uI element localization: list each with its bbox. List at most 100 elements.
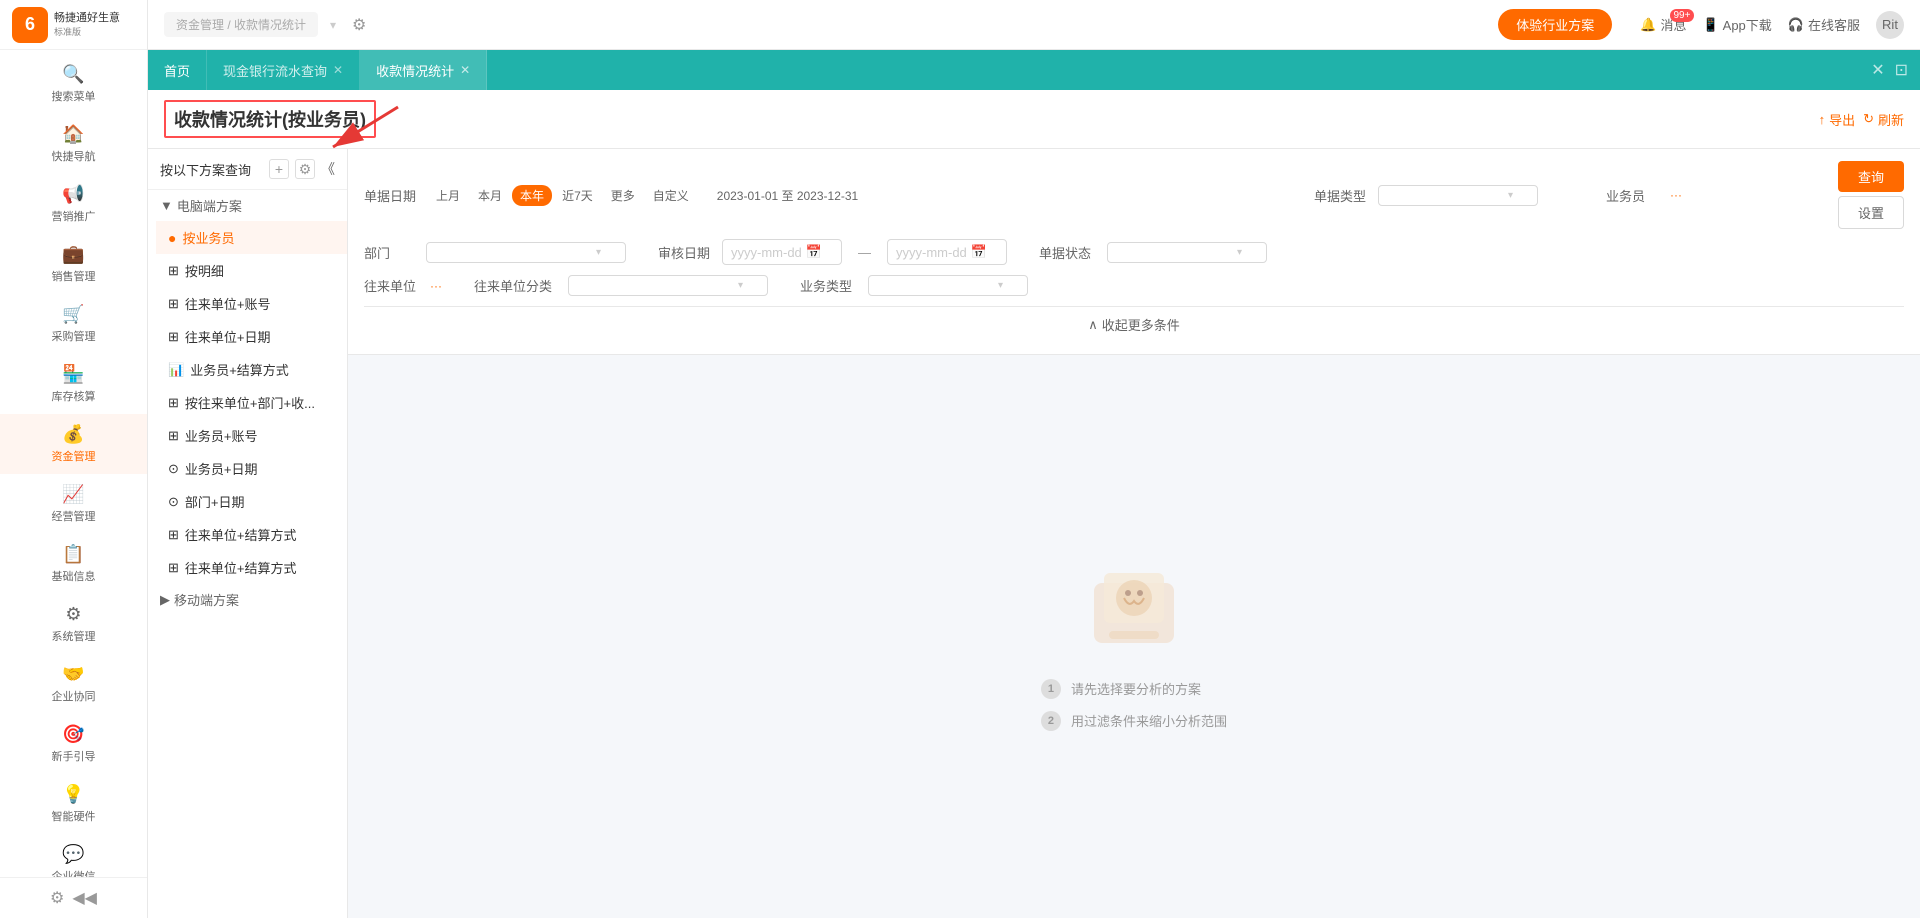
user-avatar[interactable]: Rit: [1876, 11, 1904, 39]
page-header: 收款情况统计(按业务员) ↑ 导出 ↻ 刷新: [148, 90, 1920, 149]
set-button[interactable]: 设置: [1838, 196, 1904, 229]
dept-select[interactable]: ▾: [426, 242, 626, 263]
sidebar-item-marketing[interactable]: 📢 营销推广: [0, 174, 147, 234]
right-panel: 单据日期 上月 本月 本年 近7天 更多 自定义 2023-01-01 至 20…: [348, 149, 1920, 918]
tree-item-partner-payment2[interactable]: ⊞ 往来单位+结算方式: [156, 551, 347, 584]
tree-item-partner-payment1[interactable]: ⊞ 往来单位+结算方式: [156, 518, 347, 551]
tab-receipt-close[interactable]: ✕: [460, 63, 470, 77]
collapse-sidebar-icon[interactable]: ◀◀: [72, 888, 97, 908]
sidebar-item-warehouse[interactable]: 🏪 库存核算: [0, 354, 147, 414]
tree-group-label: 电脑端方案: [177, 196, 242, 215]
doc-status-select[interactable]: ▾: [1107, 242, 1267, 263]
tab-bank-flow-close[interactable]: ✕: [333, 63, 343, 77]
tree-item-partner-account[interactable]: ⊞ 往来单位+账号: [156, 287, 347, 320]
tab-home[interactable]: 首页: [148, 50, 207, 90]
pp2-icon: ⊞: [168, 560, 179, 576]
date-tab-more[interactable]: 更多: [603, 185, 643, 206]
app-download-btn[interactable]: 📱 App下载: [1702, 15, 1771, 34]
sidebar-item-quick[interactable]: 🏠 快捷导航: [0, 114, 147, 174]
tree-group-desktop[interactable]: ▼ 电脑端方案: [148, 190, 347, 221]
breadcrumb-arrow: ▾: [330, 18, 336, 32]
tree-item-dept-date[interactable]: ⊙ 部门+日期: [156, 485, 347, 518]
sidebar-item-system[interactable]: ⚙ 系统管理: [0, 594, 147, 654]
sidebar-item-marketing-label: 营销推广: [52, 208, 96, 224]
sidebar: 6 畅捷通好生意 标准版 🔍 搜索菜单 🏠 快捷导航 📢 营销推广 💼 销售管理…: [0, 0, 148, 918]
date-tab-last-month[interactable]: 上月: [428, 185, 468, 206]
filter-row-1: 单据日期 上月 本月 本年 近7天 更多 自定义 2023-01-01 至 20…: [364, 161, 1904, 229]
sidebar-item-purchase-label: 采购管理: [52, 328, 96, 344]
date-tab-custom[interactable]: 自定义: [645, 185, 697, 206]
system-icon: ⚙: [65, 604, 81, 625]
empty-illustration: [1074, 543, 1194, 663]
sidebar-item-search[interactable]: 🔍 搜索菜单: [0, 54, 147, 114]
salesperson-filter-label: 业务员: [1606, 186, 1656, 205]
hardware-icon: 💡: [62, 784, 84, 805]
date-tab-this-month[interactable]: 本月: [470, 185, 510, 206]
salesperson-more-btn[interactable]: ···: [1670, 188, 1682, 202]
review-date-from[interactable]: yyyy-mm-dd 📅: [722, 239, 842, 265]
online-service-btn[interactable]: 🎧 在线客服: [1788, 15, 1860, 34]
doc-type-select[interactable]: ▾: [1378, 185, 1538, 206]
tree-item-by-salesperson[interactable]: ● 按业务员: [156, 221, 347, 254]
doc-type-arrow: ▾: [1508, 190, 1513, 201]
calendar-icon-to: 📅: [971, 244, 987, 260]
tree-item-salesperson-account[interactable]: ⊞ 业务员+账号: [156, 419, 347, 452]
tree-item-dd-label: 部门+日期: [185, 492, 245, 511]
trial-button[interactable]: 体验行业方案: [1498, 9, 1612, 40]
window-close-icon[interactable]: ✕: [1871, 60, 1884, 80]
review-date-label: 审核日期: [658, 243, 710, 262]
sidebar-item-purchase[interactable]: 🛒 采购管理: [0, 294, 147, 354]
date-tab-this-year[interactable]: 本年: [512, 185, 552, 206]
sidebar-item-enterprise[interactable]: 🤝 企业协同: [0, 654, 147, 714]
partner-label: 往来单位: [364, 276, 416, 295]
add-scheme-button[interactable]: +: [269, 159, 289, 179]
query-button[interactable]: 查询: [1838, 161, 1904, 192]
export-button[interactable]: ↑ 导出: [1819, 110, 1856, 129]
date-tabs: 上月 本月 本年 近7天 更多 自定义: [428, 185, 697, 206]
sidebar-item-hardware-label: 智能硬件: [52, 808, 96, 824]
review-date-to[interactable]: yyyy-mm-dd 📅: [887, 239, 1007, 265]
review-from-value: yyyy-mm-dd: [731, 245, 802, 260]
partner-more-btn[interactable]: ···: [430, 279, 442, 293]
date-tab-7days[interactable]: 近7天: [554, 185, 601, 206]
tree-item-salesperson-date[interactable]: ⊙ 业务员+日期: [156, 452, 347, 485]
sidebar-item-finance[interactable]: 💰 资金管理: [0, 414, 147, 474]
filter-row-2: 部门 ▾ 审核日期 yyyy-mm-dd 📅 — yyyy-mm-dd: [364, 239, 1904, 265]
scheme-settings-icon[interactable]: ⚙: [295, 159, 315, 179]
tab-bank-flow[interactable]: 现金银行流水查询 ✕: [207, 50, 360, 90]
wechat-icon: 💬: [62, 844, 84, 865]
message-btn[interactable]: 🔔 消息 99+: [1640, 15, 1686, 34]
window-maximize-icon[interactable]: ⊡: [1895, 60, 1908, 80]
service-label: 在线客服: [1808, 15, 1860, 34]
tree-group-mobile[interactable]: ▶ 移动端方案: [148, 584, 347, 615]
sidebar-item-guide[interactable]: 🎯 新手引导: [0, 714, 147, 774]
tree-mobile-label: 移动端方案: [174, 590, 239, 609]
tabbar: 首页 现金银行流水查询 ✕ 收款情况统计 ✕ ✕ ⊡: [148, 50, 1920, 90]
empty-step-1: 1 请先选择要分析的方案: [1041, 679, 1227, 699]
partner-class-select[interactable]: ▾: [568, 275, 768, 296]
tree-item-partner-dept[interactable]: ⊞ 按往来单位+部门+收...: [156, 386, 347, 419]
sidebar-item-sales[interactable]: 💼 销售管理: [0, 234, 147, 294]
tree-item-salesperson-payment[interactable]: 📊 业务员+结算方式: [156, 353, 347, 386]
collapse-more-bar[interactable]: ∧ 收起更多条件: [364, 306, 1904, 342]
doc-type-label: 单据类型: [1314, 186, 1366, 205]
pp1-icon: ⊞: [168, 527, 179, 543]
export-icon: ↑: [1819, 112, 1826, 127]
tree-item-by-detail[interactable]: ⊞ 按明细: [156, 254, 347, 287]
sidebar-item-wechat[interactable]: 💬 企业微信: [0, 834, 147, 877]
sidebar-item-hardware[interactable]: 💡 智能硬件: [0, 774, 147, 834]
tree-item-sp-label: 业务员+结算方式: [190, 360, 289, 379]
sidebar-item-operation[interactable]: 📈 经营管理: [0, 474, 147, 534]
tab-receipt-stats[interactable]: 收款情况统计 ✕: [360, 50, 487, 90]
tree-desktop-children: ● 按业务员 ⊞ 按明细 ⊞ 往来单位+账号 ⊞ 往来单位+日期: [148, 221, 347, 584]
sidebar-item-basic[interactable]: 📋 基础信息: [0, 534, 147, 594]
sp-date-icon: ⊙: [168, 461, 179, 477]
refresh-button[interactable]: ↻ 刷新: [1863, 110, 1904, 129]
settings-footer-icon[interactable]: ⚙: [50, 888, 64, 908]
partner-date-icon: ⊞: [168, 329, 179, 345]
biz-type-select[interactable]: ▾: [868, 275, 1028, 296]
tree-item-partner-date[interactable]: ⊞ 往来单位+日期: [156, 320, 347, 353]
panel-collapse-button[interactable]: 《: [321, 159, 335, 179]
topbar-gear-icon[interactable]: ⚙: [352, 15, 366, 35]
doc-status-arrow: ▾: [1237, 247, 1242, 258]
